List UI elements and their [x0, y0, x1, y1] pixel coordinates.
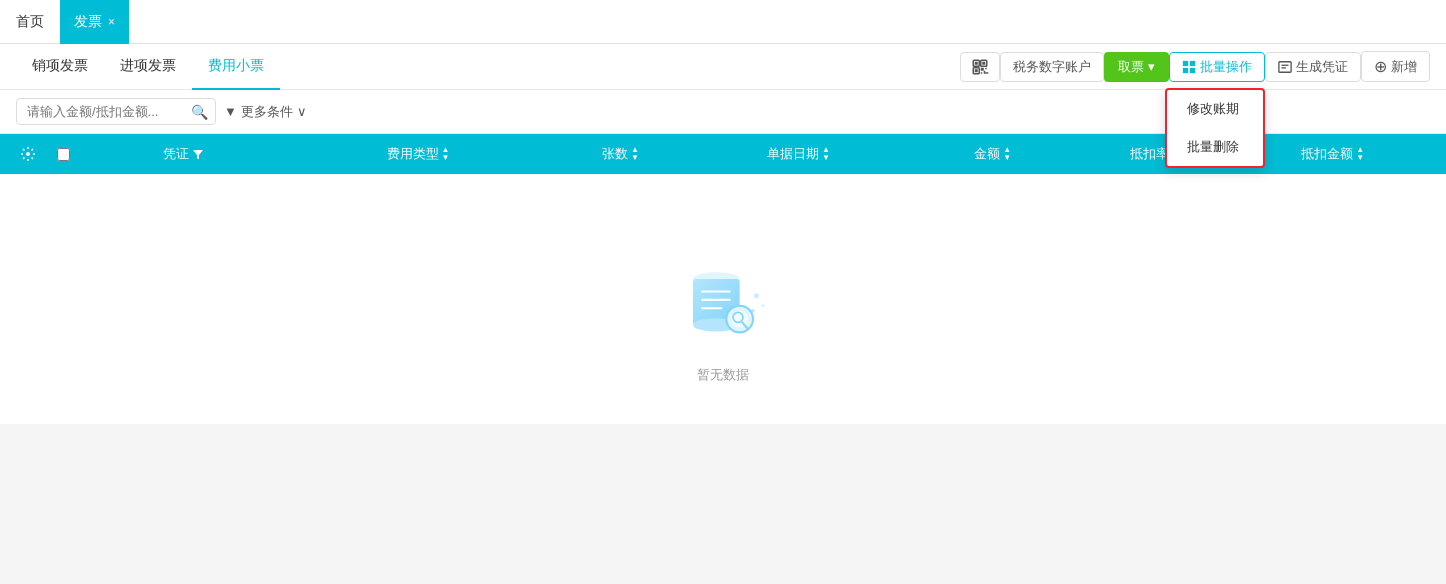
batch-icon	[1182, 60, 1196, 74]
svg-rect-11	[1183, 60, 1188, 65]
svg-rect-15	[1279, 61, 1291, 72]
th-date[interactable]: 单据日期 ▲▼	[693, 145, 904, 163]
th-settings[interactable]	[8, 146, 48, 162]
invoice-tab-label: 发票	[74, 13, 102, 31]
more-filter-button[interactable]: ▼ 更多条件 ∨	[216, 99, 315, 125]
sort-icon: ▲▼	[1356, 146, 1364, 162]
generate-voucher-button[interactable]: 生成凭证	[1265, 52, 1361, 82]
take-ticket-button[interactable]: 取票 ▾	[1104, 52, 1169, 82]
filter-funnel-icon	[192, 148, 204, 160]
sub-tab-purchase[interactable]: 进项发票	[104, 44, 192, 90]
search-input[interactable]	[16, 98, 216, 125]
th-expense-type[interactable]: 费用类型 ▲▼	[289, 145, 548, 163]
th-checkbox[interactable]	[48, 148, 78, 161]
svg-rect-5	[975, 69, 978, 72]
th-count[interactable]: 张数 ▲▼	[548, 145, 694, 163]
take-chevron-icon: ▾	[1148, 59, 1155, 74]
tax-digital-button[interactable]: 税务数字账户	[1000, 52, 1104, 82]
filter-icon: ▼	[224, 104, 237, 119]
svg-rect-14	[1190, 67, 1195, 72]
sort-icon: ▲▼	[631, 146, 639, 162]
select-all-checkbox[interactable]	[57, 148, 70, 161]
search-icon[interactable]: 🔍	[191, 104, 208, 120]
svg-rect-10	[985, 72, 988, 74]
sub-tab-sales[interactable]: 销项发票	[16, 44, 104, 90]
svg-marker-19	[193, 150, 203, 159]
home-tab[interactable]: 首页	[12, 13, 60, 31]
th-voucher[interactable]: 凭证	[78, 145, 289, 163]
invoice-tab[interactable]: 发票 ×	[60, 0, 129, 44]
qr-button[interactable]	[960, 52, 1000, 82]
add-icon: ⊕	[1374, 57, 1387, 76]
empty-illustration	[673, 254, 773, 354]
sort-icon: ▲▼	[442, 146, 450, 162]
svg-point-32	[751, 309, 754, 312]
svg-rect-1	[975, 61, 978, 64]
svg-point-18	[26, 152, 30, 156]
search-wrap: 🔍	[16, 98, 216, 125]
modify-period-item[interactable]: 修改账期	[1167, 90, 1263, 128]
svg-point-30	[754, 293, 759, 298]
empty-state: 暂无数据	[0, 174, 1446, 424]
batch-operation-button[interactable]: 批量操作	[1169, 52, 1265, 82]
sort-icon: ▲▼	[1003, 146, 1011, 162]
svg-rect-6	[981, 67, 984, 70]
svg-rect-8	[981, 72, 983, 74]
voucher-icon	[1278, 60, 1292, 74]
svg-rect-13	[1183, 67, 1188, 72]
svg-point-31	[761, 304, 764, 307]
add-button[interactable]: ⊕ 新增	[1361, 51, 1430, 82]
top-nav: 首页 发票 ×	[0, 0, 1446, 44]
svg-rect-7	[985, 67, 987, 69]
batch-operation-wrap: 批量操作 修改账期 批量删除	[1169, 52, 1265, 82]
invoice-tab-close[interactable]: ×	[108, 15, 115, 29]
sort-icon: ▲▼	[822, 146, 830, 162]
svg-rect-9	[984, 70, 986, 73]
svg-rect-3	[982, 61, 985, 64]
svg-rect-12	[1190, 60, 1195, 65]
settings-icon	[20, 146, 36, 162]
batch-delete-item[interactable]: 批量删除	[1167, 128, 1263, 166]
sub-tabs: 销项发票 进项发票 费用小票 税	[0, 44, 1446, 90]
empty-text: 暂无数据	[697, 366, 749, 384]
sub-tab-expense[interactable]: 费用小票	[192, 44, 280, 90]
filter-chevron-icon: ∨	[297, 104, 307, 119]
batch-dropdown-menu: 修改账期 批量删除	[1165, 88, 1265, 168]
th-amount[interactable]: 金额 ▲▼	[904, 145, 1082, 163]
qr-icon	[971, 58, 989, 76]
